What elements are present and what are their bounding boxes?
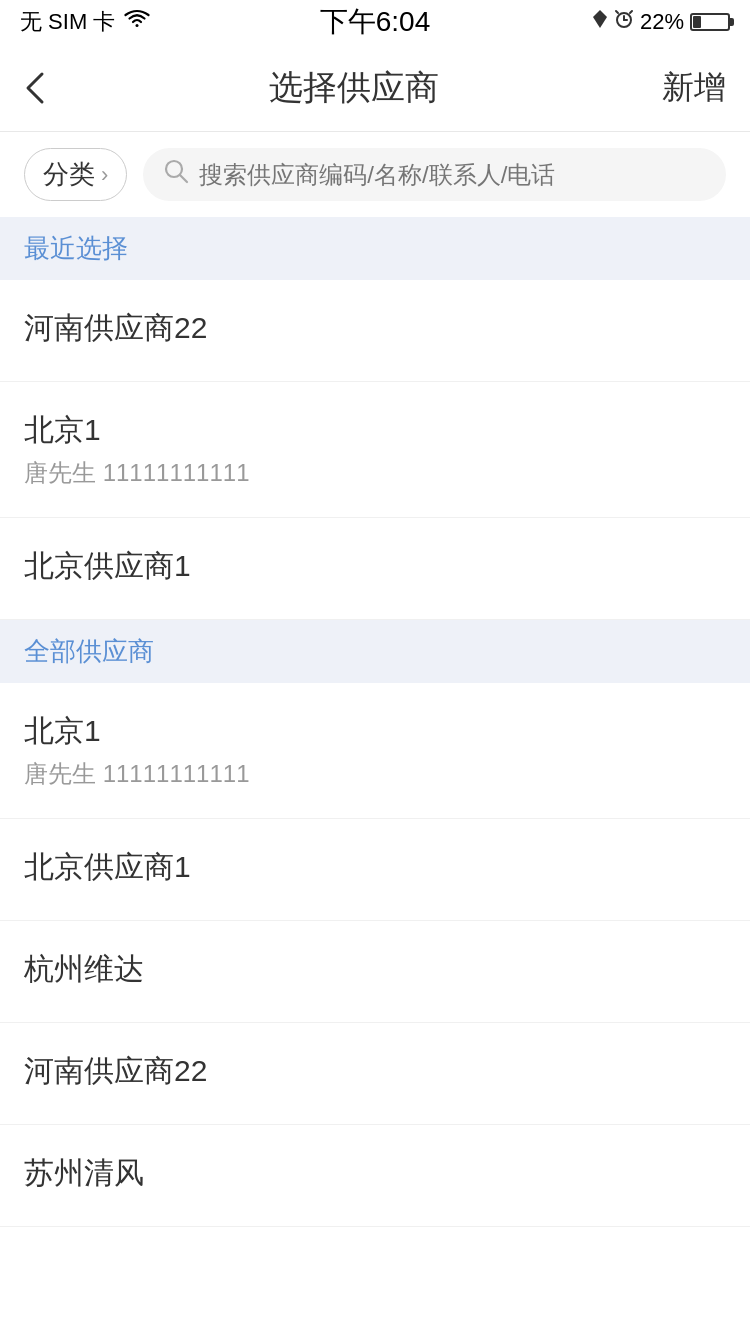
- alarm-icon: [614, 9, 634, 35]
- nav-bar: 选择供应商 新增: [0, 44, 750, 132]
- item-name: 河南供应商22: [24, 308, 726, 349]
- recent-items-list: 河南供应商22 北京1 唐先生 11111111111 北京供应商1: [0, 280, 750, 620]
- battery-icon: [690, 13, 730, 31]
- location-icon: [592, 9, 608, 35]
- recent-section-header: 最近选择: [0, 217, 750, 280]
- svg-line-6: [180, 175, 187, 182]
- item-name: 北京供应商1: [24, 847, 726, 888]
- page-title: 选择供应商: [56, 65, 652, 111]
- list-item[interactable]: 北京供应商1: [0, 819, 750, 921]
- all-section-header: 全部供应商: [0, 620, 750, 683]
- item-name: 北京1: [24, 711, 726, 752]
- list-item[interactable]: 北京1 唐先生 11111111111: [0, 382, 750, 518]
- item-name: 河南供应商22: [24, 1051, 726, 1092]
- filter-row: 分类 ›: [0, 132, 750, 217]
- item-name: 杭州维达: [24, 949, 726, 990]
- category-label: 分类: [43, 157, 95, 192]
- recent-section-label: 最近选择: [24, 233, 128, 263]
- all-items-list: 北京1 唐先生 11111111111 北京供应商1 杭州维达 河南供应商22 …: [0, 683, 750, 1227]
- wifi-icon: [123, 9, 151, 35]
- item-sub: 唐先生 11111111111: [24, 457, 726, 489]
- all-section-label: 全部供应商: [24, 636, 154, 666]
- search-icon: [163, 158, 189, 191]
- svg-line-4: [630, 11, 632, 13]
- list-item[interactable]: 北京1 唐先生 11111111111: [0, 683, 750, 819]
- item-name: 北京供应商1: [24, 546, 726, 587]
- list-item[interactable]: 北京供应商1: [0, 518, 750, 620]
- back-button[interactable]: [24, 60, 56, 116]
- status-left: 无 SIM 卡: [20, 7, 151, 37]
- list-item[interactable]: 河南供应商22: [0, 1023, 750, 1125]
- list-item[interactable]: 苏州清风: [0, 1125, 750, 1227]
- chevron-right-icon: ›: [101, 162, 108, 188]
- list-item[interactable]: 杭州维达: [0, 921, 750, 1023]
- carrier-text: 无 SIM 卡: [20, 7, 115, 37]
- status-time: 下午6:04: [320, 3, 431, 41]
- list-item[interactable]: 河南供应商22: [0, 280, 750, 382]
- item-name: 苏州清风: [24, 1153, 726, 1194]
- item-name: 北京1: [24, 410, 726, 451]
- search-container: [143, 148, 726, 201]
- category-filter-button[interactable]: 分类 ›: [24, 148, 127, 201]
- battery-text: 22%: [640, 9, 684, 35]
- item-sub: 唐先生 11111111111: [24, 758, 726, 790]
- search-input[interactable]: [199, 161, 706, 189]
- status-bar: 无 SIM 卡 下午6:04: [0, 0, 750, 44]
- status-right: 22%: [592, 9, 730, 35]
- add-button[interactable]: 新增: [652, 56, 726, 120]
- svg-line-3: [616, 11, 618, 13]
